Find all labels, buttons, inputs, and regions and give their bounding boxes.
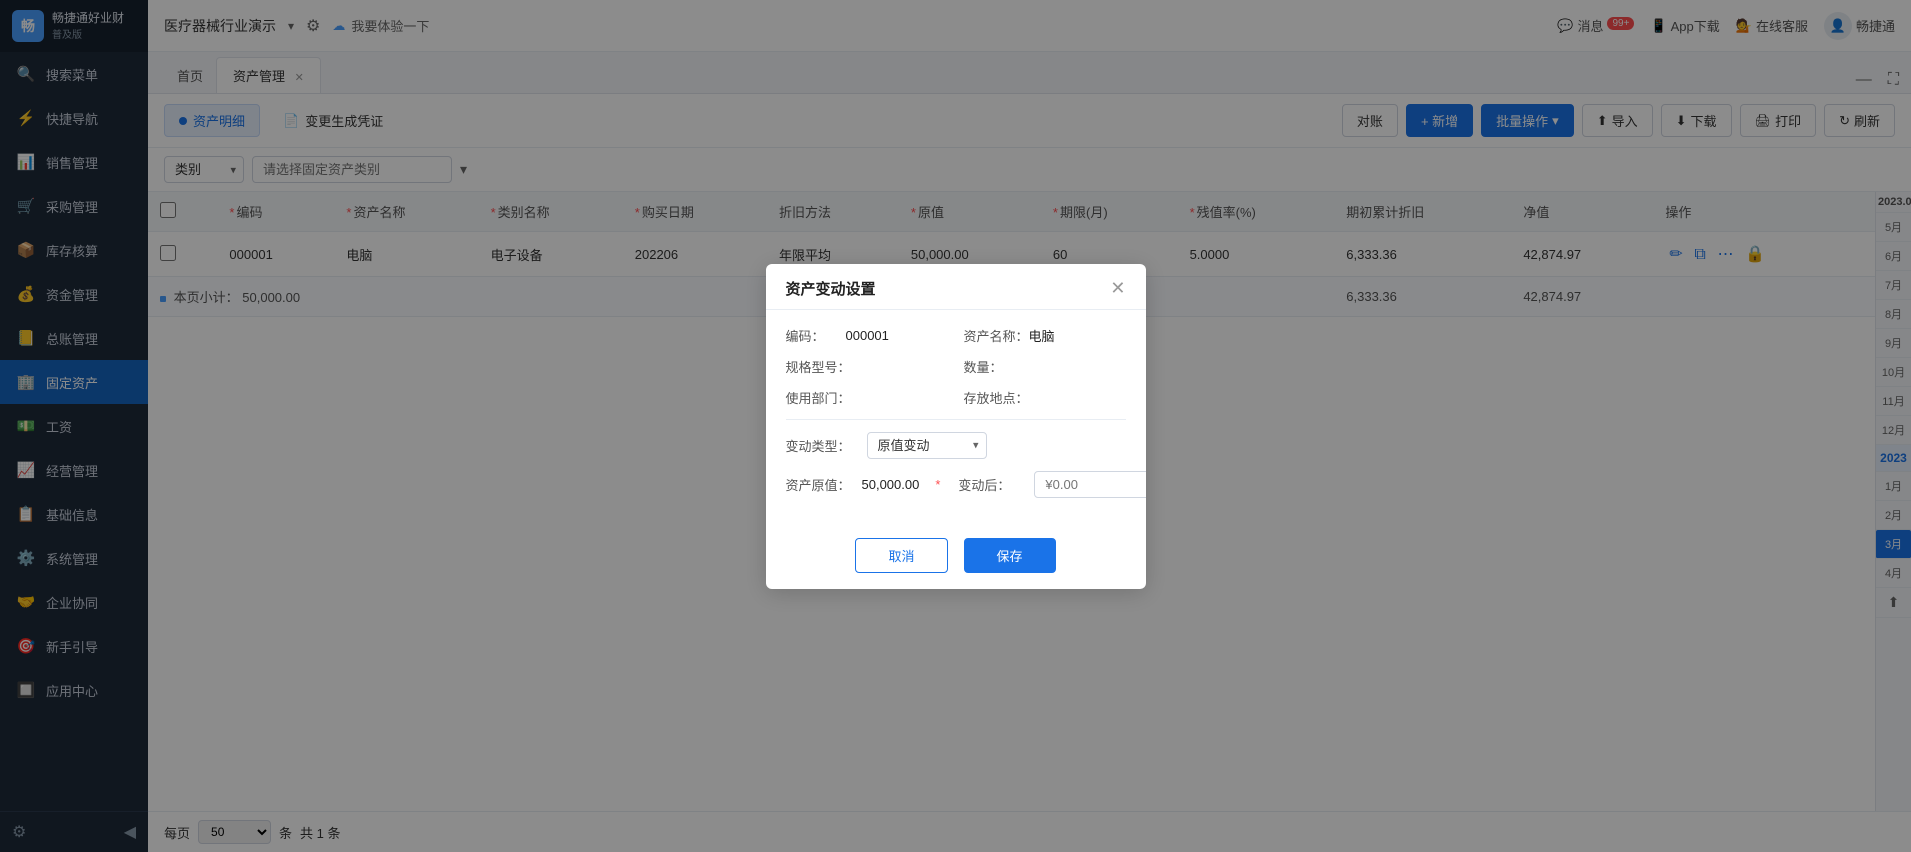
modal-row-change-type: 变动类型： 原值变动 bbox=[786, 432, 1126, 459]
modal-field-code: 编码： 000001 bbox=[786, 326, 948, 345]
asset-change-modal: 资产变动设置 ✕ 编码： 000001 资产名称： 电脑 规格型号： bbox=[766, 264, 1146, 589]
modal-header: 资产变动设置 ✕ bbox=[766, 264, 1146, 310]
modal-change-type-label: 变动类型： bbox=[786, 436, 851, 455]
modal-name-label: 资产名称： bbox=[964, 326, 1029, 345]
modal-divider bbox=[786, 419, 1126, 420]
modal-row-values: 资产原值： 50,000.00 * 变动后： bbox=[786, 471, 1126, 498]
modal-after-label: 变动后： bbox=[958, 475, 1018, 494]
modal-body: 编码： 000001 资产名称： 电脑 规格型号： 数量： bbox=[766, 310, 1146, 526]
modal-loc-label: 存放地点： bbox=[964, 388, 1029, 407]
modal-field-dept: 使用部门： bbox=[786, 388, 948, 407]
modal-after-input[interactable] bbox=[1034, 471, 1145, 498]
modal-row-code-name: 编码： 000001 资产名称： 电脑 bbox=[786, 326, 1126, 345]
modal-original-value: 50,000.00 bbox=[862, 477, 920, 492]
modal-name-value: 电脑 bbox=[1029, 326, 1055, 345]
modal-dept-label: 使用部门： bbox=[786, 388, 851, 407]
modal-close-button[interactable]: ✕ bbox=[1110, 279, 1125, 297]
modal-title: 资产变动设置 bbox=[786, 278, 876, 299]
modal-overlay[interactable]: 资产变动设置 ✕ 编码： 000001 资产名称： 电脑 规格型号： bbox=[0, 0, 1911, 852]
modal-row-dept-loc: 使用部门： 存放地点： bbox=[786, 388, 1126, 407]
modal-field-spec: 规格型号： bbox=[786, 357, 948, 376]
change-type-select[interactable]: 原值变动 bbox=[867, 432, 987, 459]
modal-field-loc: 存放地点： bbox=[964, 388, 1126, 407]
modal-spec-label: 规格型号： bbox=[786, 357, 851, 376]
modal-cancel-button[interactable]: 取消 bbox=[855, 538, 947, 573]
modal-footer: 取消 保存 bbox=[766, 526, 1146, 589]
modal-field-qty: 数量： bbox=[964, 357, 1126, 376]
modal-code-value: 000001 bbox=[846, 328, 889, 343]
modal-original-value-label: 资产原值： bbox=[786, 475, 846, 494]
modal-field-name: 资产名称： 电脑 bbox=[964, 326, 1126, 345]
modal-save-button[interactable]: 保存 bbox=[964, 538, 1056, 573]
modal-row-spec-qty: 规格型号： 数量： bbox=[786, 357, 1126, 376]
modal-code-label: 编码： bbox=[786, 326, 846, 345]
modal-select-wrapper: 原值变动 bbox=[867, 432, 987, 459]
modal-after-required: * bbox=[935, 477, 940, 492]
modal-qty-label: 数量： bbox=[964, 357, 1024, 376]
